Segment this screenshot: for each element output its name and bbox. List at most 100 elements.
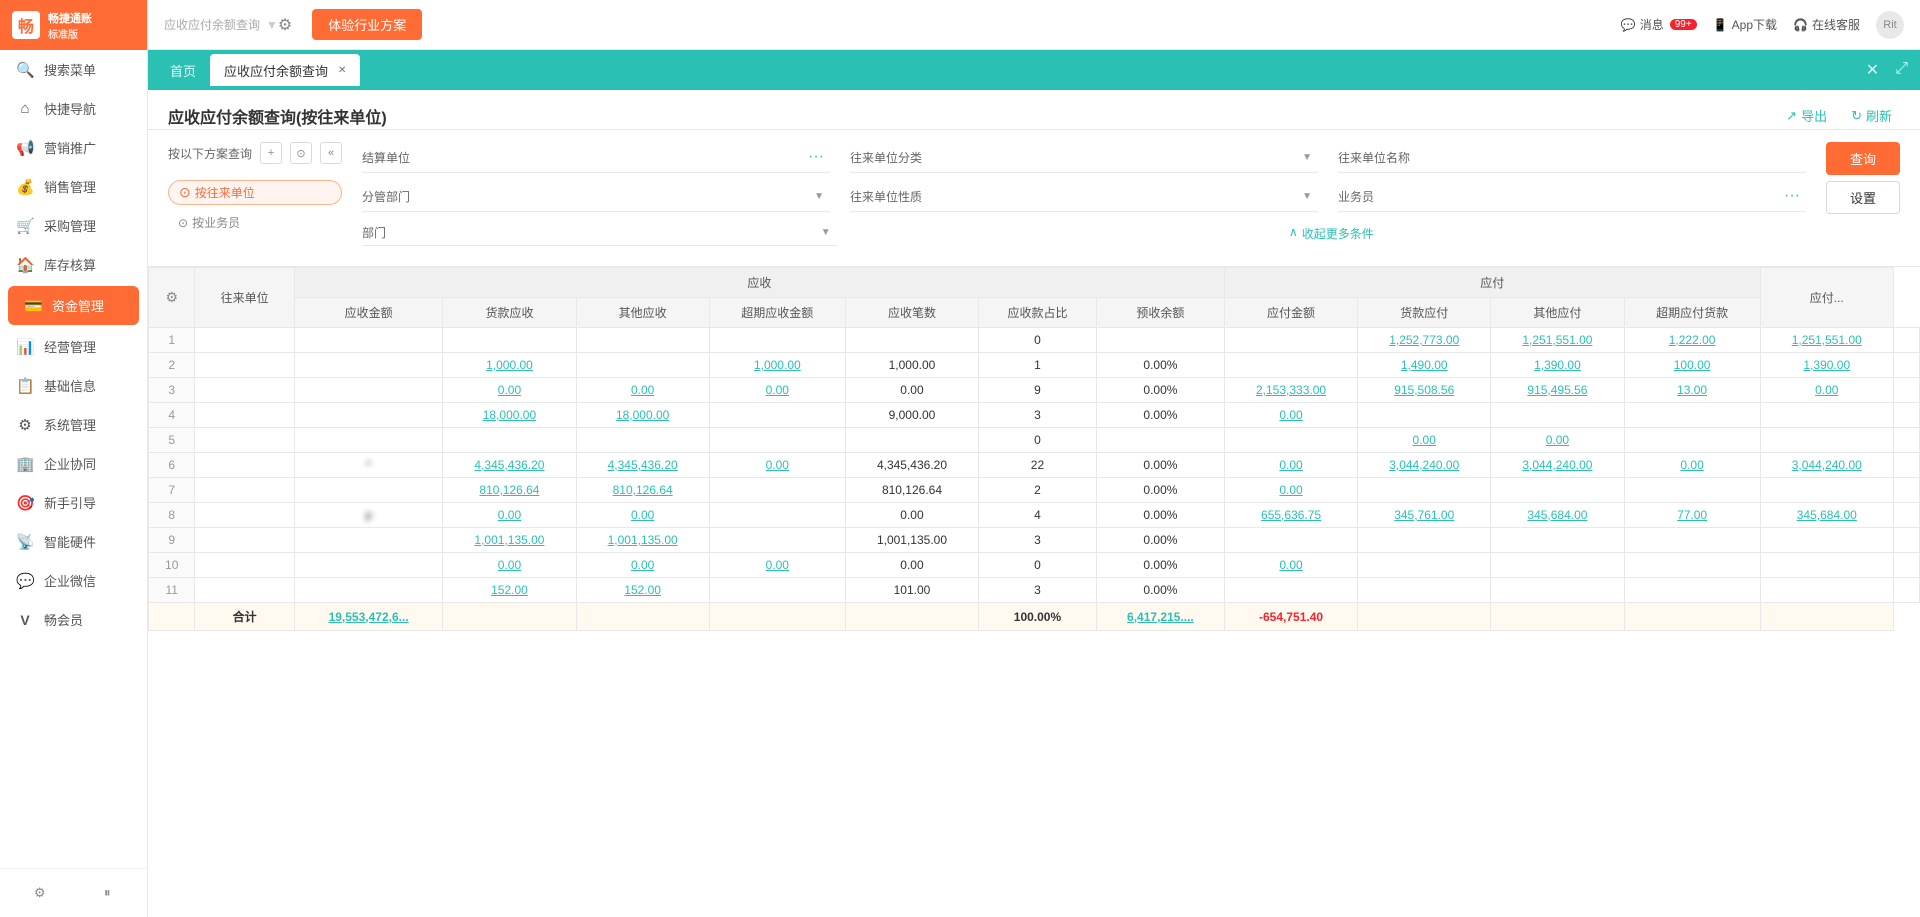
row-other-ap[interactable]: 100.00 <box>1624 353 1760 378</box>
app-download-btn[interactable]: 📱 App下载 <box>1713 16 1777 33</box>
sidebar-item-guide[interactable]: 🎯 新手引导 <box>0 483 147 522</box>
row-overdue-ap[interactable]: 1,390.00 <box>1760 353 1893 378</box>
row-ap-amount[interactable]: 1,490.00 <box>1358 353 1491 378</box>
sidebar-item-system[interactable]: ⚙ 系统管理 <box>0 405 147 444</box>
user-avatar[interactable]: Rit <box>1876 11 1904 39</box>
tab-close-window-btn[interactable]: ✕ <box>1862 56 1883 84</box>
sidebar-item-hardware[interactable]: 📡 智能硬件 <box>0 522 147 561</box>
row-loan-ap[interactable]: 345,684.00 <box>1491 503 1624 528</box>
row-other-ar[interactable]: 0.00 <box>709 453 845 478</box>
sidebar-item-inventory[interactable]: 🏠 库存核算 <box>0 245 147 284</box>
sidebar-item-marketing[interactable]: 📢 营销推广 <box>0 128 147 167</box>
row-prepay <box>1224 528 1357 553</box>
sidebar-item-business[interactable]: 📊 经营管理 <box>0 327 147 366</box>
row-other-ap[interactable]: 77.00 <box>1624 503 1760 528</box>
row-other-ar[interactable]: 1,000.00 <box>709 353 845 378</box>
sidebar-item-quick-nav[interactable]: ⌂ 快捷导航 <box>0 89 147 128</box>
row-ap-amount[interactable]: 3,044,240.00 <box>1358 453 1491 478</box>
online-service-btn[interactable]: 🎧 在线客服 <box>1793 16 1860 33</box>
dept-manager-arrow[interactable]: ▼ <box>814 191 824 202</box>
row-overdue-ap[interactable]: 3,044,240.00 <box>1760 453 1893 478</box>
row-other-ap[interactable]: 13.00 <box>1624 378 1760 403</box>
sidebar-item-sales[interactable]: 💰 销售管理 <box>0 167 147 206</box>
row-other-ar[interactable]: 0.00 <box>709 378 845 403</box>
filter-collapse-btn[interactable]: « <box>320 142 342 164</box>
row-other-ap[interactable]: 1,222.00 <box>1624 328 1760 353</box>
dept-arrow[interactable]: ▼ <box>821 227 831 238</box>
sidebar-item-wechat[interactable]: 💬 企业微信 <box>0 561 147 600</box>
row-loan-ar[interactable]: 0.00 <box>576 503 709 528</box>
row-loan-ar[interactable]: 0.00 <box>576 378 709 403</box>
row-loan-ar[interactable]: 18,000.00 <box>576 403 709 428</box>
row-loan-ar[interactable]: 0.00 <box>576 553 709 578</box>
row-prepay[interactable]: 2,153,333.00 <box>1224 378 1357 403</box>
row-loan-ar[interactable]: 810,126.64 <box>576 478 709 503</box>
row-ap-amount[interactable]: 345,761.00 <box>1358 503 1491 528</box>
row-loan-ar[interactable]: 1,001,135.00 <box>576 528 709 553</box>
sidebar-item-base-info[interactable]: 📋 基础信息 <box>0 366 147 405</box>
total-ar-amount[interactable]: 19,553,472,6... <box>294 603 442 631</box>
tab-home[interactable]: 首页 <box>156 54 210 86</box>
row-ar-amount[interactable]: 1,001,135.00 <box>443 528 576 553</box>
unit-name-input[interactable] <box>1424 150 1800 164</box>
settings-button[interactable]: 设置 <box>1826 181 1900 214</box>
row-ar-amount[interactable]: 1,000.00 <box>443 353 576 378</box>
filter-scheme-unit[interactable]: ⊙ 按往来单位 <box>168 180 342 205</box>
filter-add-btn[interactable]: + <box>260 142 282 164</box>
table-container[interactable]: ⚙ 往来单位 应收 应付 应付... 应收金额 货款应收 其他应收 超期应收金额… <box>148 267 1920 917</box>
header-gear-icon[interactable]: ⚙ <box>278 15 292 35</box>
sidebar-settings-btn[interactable]: ⚙ <box>10 879 70 907</box>
sidebar-item-search-menu[interactable]: 🔍 搜索菜单 <box>0 50 147 89</box>
row-loan-ap[interactable]: 1,390.00 <box>1491 353 1624 378</box>
filter-scheme-salesperson[interactable]: ⊙ 按业务员 <box>168 211 342 234</box>
row-loan-ap[interactable]: 3,044,240.00 <box>1491 453 1624 478</box>
row-loan-ap[interactable]: 915,495.56 <box>1491 378 1624 403</box>
filter-settings-btn[interactable]: ⊙ <box>290 142 312 164</box>
row-prepay[interactable]: 0.00 <box>1224 453 1357 478</box>
settlement-unit-dots[interactable]: ··· <box>808 148 824 166</box>
col-settings-header[interactable]: ⚙ <box>149 268 195 328</box>
export-button[interactable]: ↗ 导出 <box>1778 102 1835 129</box>
sidebar-item-purchase[interactable]: 🛒 采购管理 <box>0 206 147 245</box>
sidebar-item-finance[interactable]: 💳 资金管理 <box>8 286 139 325</box>
sidebar-item-member[interactable]: V 畅会员 <box>0 600 147 639</box>
filter-collapse-btn2[interactable]: ∧ 收起更多条件 <box>1289 221 1374 246</box>
row-ar-amount[interactable]: 18,000.00 <box>443 403 576 428</box>
sidebar-item-enterprise[interactable]: 🏢 企业协同 <box>0 444 147 483</box>
row-ar-amount[interactable]: 0.00 <box>443 553 576 578</box>
row-loan-ar[interactable]: 152.00 <box>576 578 709 603</box>
tab-ar-ap[interactable]: 应收应付余额查询 ✕ <box>210 54 360 86</box>
row-other-ar[interactable]: 0.00 <box>709 553 845 578</box>
row-overdue-ap[interactable]: 0.00 <box>1760 378 1893 403</box>
unit-category-arrow[interactable]: ▼ <box>1302 152 1312 163</box>
row-ar-amount[interactable]: 4,345,436.20 <box>443 453 576 478</box>
notifications-btn[interactable]: 💬 消息 99+ <box>1621 16 1697 33</box>
row-overdue-ap[interactable]: 1,251,551.00 <box>1760 328 1893 353</box>
refresh-button[interactable]: ↻ 刷新 <box>1843 102 1900 129</box>
salesperson-dots[interactable]: ··· <box>1784 187 1800 205</box>
row-loan-ar[interactable]: 4,345,436.20 <box>576 453 709 478</box>
row-ap-amount[interactable]: 915,508.56 <box>1358 378 1491 403</box>
query-button[interactable]: 查询 <box>1826 142 1900 175</box>
row-other-ap[interactable]: 0.00 <box>1624 453 1760 478</box>
row-ar-amount[interactable]: 0.00 <box>443 378 576 403</box>
row-prepay[interactable]: 0.00 <box>1224 553 1357 578</box>
row-loan-ap[interactable]: 0.00 <box>1491 428 1624 453</box>
row-prepay[interactable]: 0.00 <box>1224 478 1357 503</box>
total-prepay[interactable]: 6,417,215.... <box>1096 603 1224 631</box>
row-prepay[interactable]: 0.00 <box>1224 403 1357 428</box>
industry-solution-button[interactable]: 体验行业方案 <box>312 9 422 40</box>
row-ar-amount[interactable]: 0.00 <box>443 503 576 528</box>
table-settings-icon[interactable]: ⚙ <box>165 289 178 305</box>
row-ar-amount[interactable]: 810,126.64 <box>443 478 576 503</box>
tab-close-icon[interactable]: ✕ <box>338 65 346 76</box>
sidebar-collapse-btn[interactable]: ⏸ <box>78 879 138 907</box>
row-loan-ap[interactable]: 1,251,551.00 <box>1491 328 1624 353</box>
row-ap-amount[interactable]: 1,252,773.00 <box>1358 328 1491 353</box>
row-prepay[interactable]: 655,636.75 <box>1224 503 1357 528</box>
row-overdue-ap[interactable]: 345,684.00 <box>1760 503 1893 528</box>
row-ap-amount[interactable]: 0.00 <box>1358 428 1491 453</box>
unit-nature-arrow[interactable]: ▼ <box>1302 191 1312 202</box>
row-ar-amount[interactable]: 152.00 <box>443 578 576 603</box>
tab-maximize-btn[interactable]: ⤢ <box>1891 56 1912 84</box>
